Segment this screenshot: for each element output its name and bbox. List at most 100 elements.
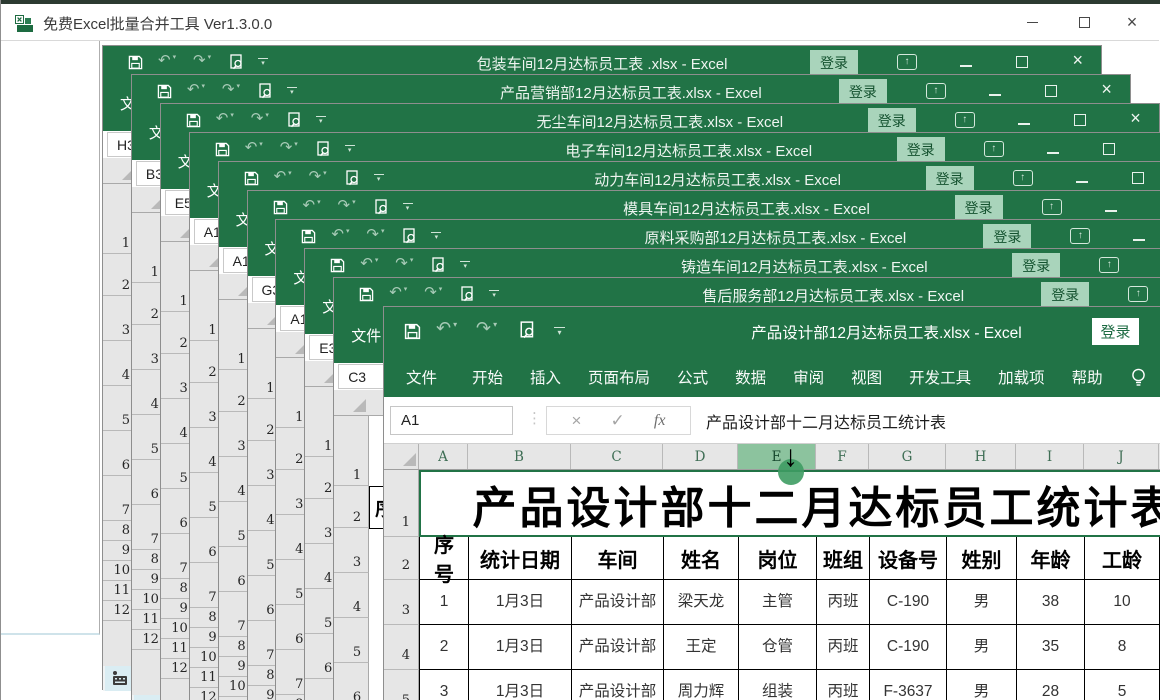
column-header-C[interactable]: C xyxy=(571,444,663,469)
qat-dropdown-icon[interactable]: ▾ xyxy=(489,290,499,300)
column-header-A[interactable]: A xyxy=(419,444,468,469)
row-header-cell[interactable]: 6 xyxy=(334,663,369,700)
print-preview-icon[interactable] xyxy=(403,228,417,249)
ribbon-tab-3[interactable]: 插入 xyxy=(530,366,561,388)
sheet-cell[interactable]: 组装 xyxy=(739,670,817,700)
sheet-cell[interactable]: 1月3日 xyxy=(469,670,572,700)
qat-dropdown-icon[interactable]: ▾ xyxy=(403,203,413,213)
sheet-cell[interactable]: 2 xyxy=(420,625,469,670)
sheet-grid[interactable]: 12345 产品设计部十二月达标员工统计表 序号统计日期车间姓名岗位班组设备号姓… xyxy=(384,470,1160,700)
row-header-cell[interactable]: 1 xyxy=(334,416,369,486)
sheet-cell[interactable]: 统计日期 xyxy=(469,537,572,580)
sheet-cell[interactable]: 丙班 xyxy=(817,580,870,625)
login-button[interactable]: 登录 xyxy=(926,166,974,191)
ribbon-display-options-icon[interactable]: ↑ xyxy=(955,112,975,128)
save-icon[interactable] xyxy=(215,142,230,162)
sheet-cell[interactable]: 10 xyxy=(1085,580,1160,625)
main-title-bar[interactable]: 免费Excel批量合并工具 Ver1.3.0.0 × xyxy=(1,4,1159,41)
ribbon-display-options-icon[interactable]: ↑ xyxy=(1128,286,1148,302)
ribbon-tab-1[interactable]: 文件 xyxy=(406,366,437,388)
sheet-cell[interactable]: 王定 xyxy=(664,625,739,670)
row-header-cell[interactable]: 2 xyxy=(384,537,419,580)
sheet-cell[interactable]: 男 xyxy=(947,625,1017,670)
sheet-cell[interactable]: 周力辉 xyxy=(664,670,739,700)
ribbon-display-options-icon[interactable]: ↑ xyxy=(1099,257,1119,273)
sheet-cell[interactable]: 班组 xyxy=(817,537,870,580)
login-button[interactable]: 登录 xyxy=(868,108,916,133)
name-box[interactable]: A1 xyxy=(390,406,513,435)
undo-icon[interactable]: ↶ xyxy=(216,109,234,127)
sheet-cell[interactable]: 仓管 xyxy=(739,625,817,670)
login-button[interactable]: 登录 xyxy=(983,224,1031,249)
redo-icon[interactable]: ↷ xyxy=(366,225,384,243)
formula-bar-grip-icon[interactable]: ⋮ xyxy=(527,409,542,427)
minimize-button[interactable] xyxy=(1105,210,1117,212)
minimize-button[interactable] xyxy=(1018,123,1030,125)
qat-dropdown-icon[interactable]: ▾ xyxy=(258,58,268,68)
login-button[interactable]: 登录 xyxy=(955,195,1003,220)
maximize-button[interactable] xyxy=(1132,172,1144,184)
sheet-cell[interactable]: 8 xyxy=(1085,625,1160,670)
row-header-cell[interactable]: 3 xyxy=(334,528,369,573)
redo-icon[interactable]: ↷ xyxy=(309,167,327,185)
column-header-I[interactable]: I xyxy=(1016,444,1084,469)
sheet-cell[interactable]: 主管 xyxy=(739,580,817,625)
redo-icon[interactable]: ↷ xyxy=(280,138,298,156)
qat-dropdown-icon[interactable]: ▾ xyxy=(287,87,297,97)
ribbon-tab-5[interactable]: 公式 xyxy=(677,366,708,388)
undo-icon[interactable]: ↶ xyxy=(187,80,205,98)
sheet-cell[interactable]: F-3637 xyxy=(870,670,947,700)
close-button[interactable]: × xyxy=(1101,79,1112,100)
column-header-G[interactable]: G xyxy=(869,444,946,469)
column-header-J[interactable]: J xyxy=(1084,444,1159,469)
close-button[interactable]: × xyxy=(1130,108,1141,129)
insert-function-icon[interactable]: fx xyxy=(654,412,666,430)
keyboard-icon[interactable] xyxy=(105,666,134,691)
sheet-cell[interactable]: C-190 xyxy=(870,625,947,670)
ribbon-display-options-icon[interactable]: ↑ xyxy=(1042,199,1062,215)
excel-title-bar[interactable]: ↶ ↷ ▾ 产品设计部12月达标员工表.xlsx - Excel 登录 xyxy=(384,307,1160,357)
login-button[interactable]: 登录 xyxy=(810,50,858,75)
qat-dropdown-icon[interactable]: ▾ xyxy=(374,174,384,184)
sheet-cell[interactable]: 丙班 xyxy=(817,670,870,700)
column-header-B[interactable]: B xyxy=(468,444,571,469)
sheet-cell[interactable]: 产品设计部 xyxy=(572,670,664,700)
row-header-cell[interactable]: 5 xyxy=(334,618,369,663)
redo-icon[interactable]: ↷ xyxy=(193,51,211,69)
keyboard-icon[interactable] xyxy=(134,695,163,700)
sheet-area[interactable]: 产品设计部十二月达标员工统计表 序号统计日期车间姓名岗位班组设备号姓别年龄工龄1… xyxy=(419,470,1160,700)
sheet-cell[interactable]: 姓名 xyxy=(664,537,739,580)
undo-icon[interactable]: ↶ xyxy=(331,225,349,243)
column-header-D[interactable]: D xyxy=(663,444,738,469)
sheet-cell[interactable]: 工龄 xyxy=(1085,537,1160,580)
print-preview-icon[interactable] xyxy=(230,54,244,75)
minimize-button[interactable] xyxy=(960,65,972,67)
ribbon-tab-9[interactable]: 开发工具 xyxy=(909,366,971,388)
sheet-cell[interactable]: 序号 xyxy=(420,537,469,580)
row-header-cell[interactable]: 1 xyxy=(384,470,419,537)
excel-window-front[interactable]: ↶ ↷ ▾ 产品设计部12月达标员工表.xlsx - Excel 登录 文件开始… xyxy=(383,306,1160,700)
row-header-cell[interactable]: 4 xyxy=(384,625,419,670)
sheet-cell[interactable]: 5 xyxy=(1085,670,1160,700)
minimize-button[interactable] xyxy=(989,94,1001,96)
row-header-cell[interactable]: 5 xyxy=(384,670,419,700)
undo-icon[interactable]: ↶ xyxy=(158,51,176,69)
file-list-panel[interactable] xyxy=(1,41,100,635)
ribbon-display-options-icon[interactable]: ↑ xyxy=(897,54,917,70)
close-button[interactable]: × xyxy=(1072,50,1083,71)
qat-dropdown-icon[interactable]: ▾ xyxy=(431,232,441,242)
ribbon-tab-8[interactable]: 视图 xyxy=(851,366,882,388)
qat-dropdown-icon[interactable]: ▾ xyxy=(345,145,355,155)
undo-icon[interactable]: ↶ xyxy=(245,138,263,156)
ribbon-tab-6[interactable]: 数据 xyxy=(735,366,766,388)
sheet-cell[interactable]: 产品设计部 xyxy=(572,580,664,625)
redo-icon[interactable]: ↷ xyxy=(251,109,269,127)
qat-dropdown-icon[interactable]: ▾ xyxy=(316,116,326,126)
print-preview-icon[interactable] xyxy=(259,83,273,104)
row-header-cell[interactable]: 2 xyxy=(334,486,369,528)
minimize-button[interactable] xyxy=(1133,239,1145,241)
save-icon[interactable] xyxy=(301,229,316,249)
minimize-button[interactable] xyxy=(1047,152,1059,154)
sheet-cell[interactable]: 设备号 xyxy=(870,537,947,580)
sheet-cell[interactable]: 28 xyxy=(1017,670,1085,700)
